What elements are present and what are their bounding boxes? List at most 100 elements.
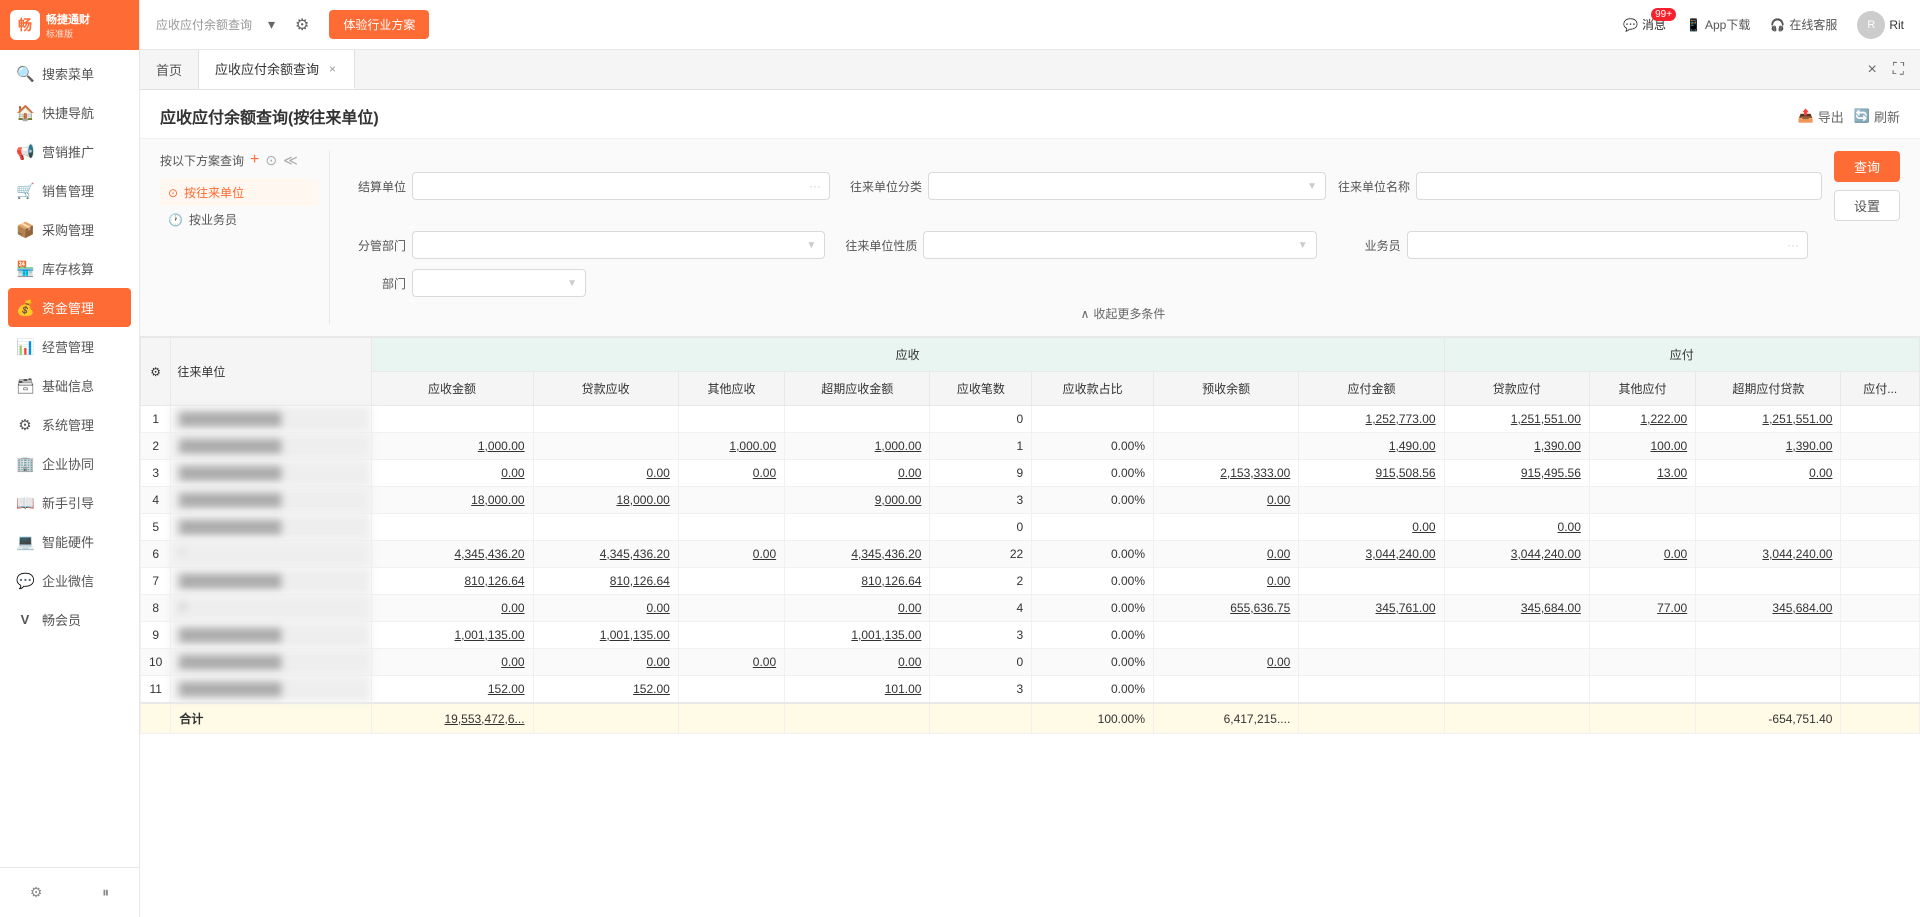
table-cell[interactable]: 915,495.56 [1444,460,1589,487]
table-cell[interactable]: 13.00 [1589,460,1695,487]
table-cell[interactable]: 655,636.75 [1154,595,1299,622]
sidebar-item-sales[interactable]: 🛒 销售管理 [0,171,139,210]
sidebar-item-hardware[interactable]: 💻 智能硬件 [0,522,139,561]
table-settings-icon[interactable]: ⚙ [150,365,161,379]
table-cell[interactable]: 915,508.56 [1299,460,1444,487]
app-download-btn[interactable]: 📱 App下载 [1686,16,1750,33]
solution-btn[interactable]: 体验行业方案 [329,10,429,39]
table-cell[interactable]: 0.00 [533,460,678,487]
table-cell[interactable]: 0.00 [371,595,533,622]
table-cell[interactable]: 0.00 [785,460,930,487]
table-cell[interactable]: 0.00 [1589,541,1695,568]
sidebar-item-marketing[interactable]: 📢 营销推广 [0,132,139,171]
table-cell[interactable]: 3,044,240.00 [1444,541,1589,568]
filter-method-byunit[interactable]: ⊙ 按往来单位 [160,179,319,206]
tab-close-btn[interactable]: × [327,60,338,78]
table-cell[interactable]: 1,001,135.00 [785,622,930,649]
filter-target-btn[interactable]: ⊙ [265,152,277,169]
table-cell[interactable]: 0.00 [678,460,784,487]
table-cell[interactable]: 4,345,436.20 [785,541,930,568]
sidebar-item-purchase[interactable]: 📦 采购管理 [0,210,139,249]
table-cell[interactable]: 3,044,240.00 [1696,541,1841,568]
filter-method-bysales[interactable]: 🕐 按业务员 [160,206,319,233]
table-cell[interactable]: 0.00 [678,541,784,568]
table-cell[interactable]: 345,761.00 [1299,595,1444,622]
sidebar-item-vip[interactable]: V 畅会员 [0,600,139,639]
table-cell[interactable]: 1,001,135.00 [533,622,678,649]
dept2-select[interactable]: ▼ [412,269,586,297]
table-cell[interactable]: 4,345,436.20 [371,541,533,568]
table-cell[interactable]: 2,153,333.00 [1154,460,1299,487]
sidebar-settings-btn[interactable]: ⚙ [24,878,49,907]
sidebar-item-wechat[interactable]: 💬 企业微信 [0,561,139,600]
table-cell[interactable]: 100.00 [1589,433,1695,460]
sidebar-collapse-btn[interactable]: ⏸ [96,878,115,907]
collapse-btn[interactable]: ∧ 收起更多条件 [1081,305,1166,322]
filter-collapse-left-btn[interactable]: ≪ [283,152,298,169]
salesperson-input[interactable]: ··· [1407,231,1808,259]
sidebar-item-inventory[interactable]: 🏪 库存核算 [0,249,139,288]
tab-arbalance[interactable]: 应收应付余额查询 × [199,50,355,89]
header-gear-btn[interactable]: ⚙ [291,11,313,39]
table-cell[interactable]: 0.00 [533,595,678,622]
table-cell[interactable]: 152.00 [533,676,678,704]
unit-name-input[interactable] [1416,172,1822,200]
table-cell[interactable]: 0.00 [533,649,678,676]
table-cell[interactable]: 0.00 [678,649,784,676]
settings-btn[interactable]: 设置 [1834,190,1900,221]
table-cell[interactable]: 9,000.00 [785,487,930,514]
table-cell[interactable]: 1,000.00 [785,433,930,460]
sidebar-item-operations[interactable]: 📊 经营管理 [0,327,139,366]
table-cell[interactable]: 810,126.64 [533,568,678,595]
table-cell[interactable]: 0.00 [371,649,533,676]
table-cell[interactable]: 1,222.00 [1589,406,1695,433]
table-cell[interactable]: 1,252,773.00 [1299,406,1444,433]
table-cell[interactable]: 0.00 [785,595,930,622]
query-btn[interactable]: 查询 [1834,151,1900,182]
table-cell[interactable]: 0.00 [1154,649,1299,676]
table-cell[interactable]: 1,251,551.00 [1444,406,1589,433]
table-cell[interactable]: 810,126.64 [785,568,930,595]
table-cell[interactable]: 18,000.00 [371,487,533,514]
table-cell[interactable]: 3,044,240.00 [1299,541,1444,568]
table-cell[interactable]: 0.00 [1299,514,1444,541]
sidebar-item-quicknav[interactable]: 🏠 快捷导航 [0,93,139,132]
sidebar-item-system[interactable]: ⚙ 系统管理 [0,405,139,444]
table-cell[interactable]: 1,390.00 [1696,433,1841,460]
table-cell[interactable]: 0.00 [1154,541,1299,568]
refresh-btn[interactable]: 🔄 刷新 [1854,107,1900,126]
table-cell[interactable]: 1,000.00 [371,433,533,460]
table-cell[interactable]: 345,684.00 [1696,595,1841,622]
table-cell[interactable]: 77.00 [1589,595,1695,622]
table-cell[interactable]: 810,126.64 [371,568,533,595]
sidebar-item-guide[interactable]: 📖 新手引导 [0,483,139,522]
dept-select[interactable]: ▼ [412,231,825,259]
unit-nature-select[interactable]: ▼ [923,231,1316,259]
header-nav-down-btn[interactable]: ▾ [264,12,279,37]
table-cell[interactable]: 0.00 [785,649,930,676]
sidebar-item-finance[interactable]: 💰 资金管理 [8,288,131,327]
table-cell[interactable]: 0.00 [1154,487,1299,514]
tab-fullscreen-btn[interactable]: ⛶ [1889,57,1908,83]
table-cell[interactable]: 152.00 [371,676,533,704]
table-cell[interactable]: 18,000.00 [533,487,678,514]
table-cell[interactable]: 0.00 [1444,514,1589,541]
sidebar-item-corp[interactable]: 🏢 企业协同 [0,444,139,483]
table-cell[interactable]: 0.00 [371,460,533,487]
table-cell[interactable]: 0.00 [1696,460,1841,487]
table-cell[interactable]: 1,001,135.00 [371,622,533,649]
table-cell[interactable]: 345,684.00 [1444,595,1589,622]
table-cell[interactable]: 101.00 [785,676,930,704]
online-service-btn[interactable]: 🎧 在线客服 [1770,16,1837,33]
sidebar-item-search[interactable]: 🔍 搜索菜单 [0,54,139,93]
message-btn[interactable]: 💬 消息 99+ [1623,16,1666,33]
filter-add-btn[interactable]: + [250,151,259,169]
user-info[interactable]: R Rit [1857,11,1904,39]
table-cell[interactable]: 0.00 [1154,568,1299,595]
table-cell[interactable]: 1,490.00 [1299,433,1444,460]
sidebar-item-basic[interactable]: 🗃 基础信息 [0,366,139,405]
table-cell[interactable]: 1,251,551.00 [1696,406,1841,433]
unit-category-select[interactable]: ▼ [928,172,1326,200]
table-cell[interactable]: 1,390.00 [1444,433,1589,460]
settlement-input[interactable]: ··· [412,172,830,200]
